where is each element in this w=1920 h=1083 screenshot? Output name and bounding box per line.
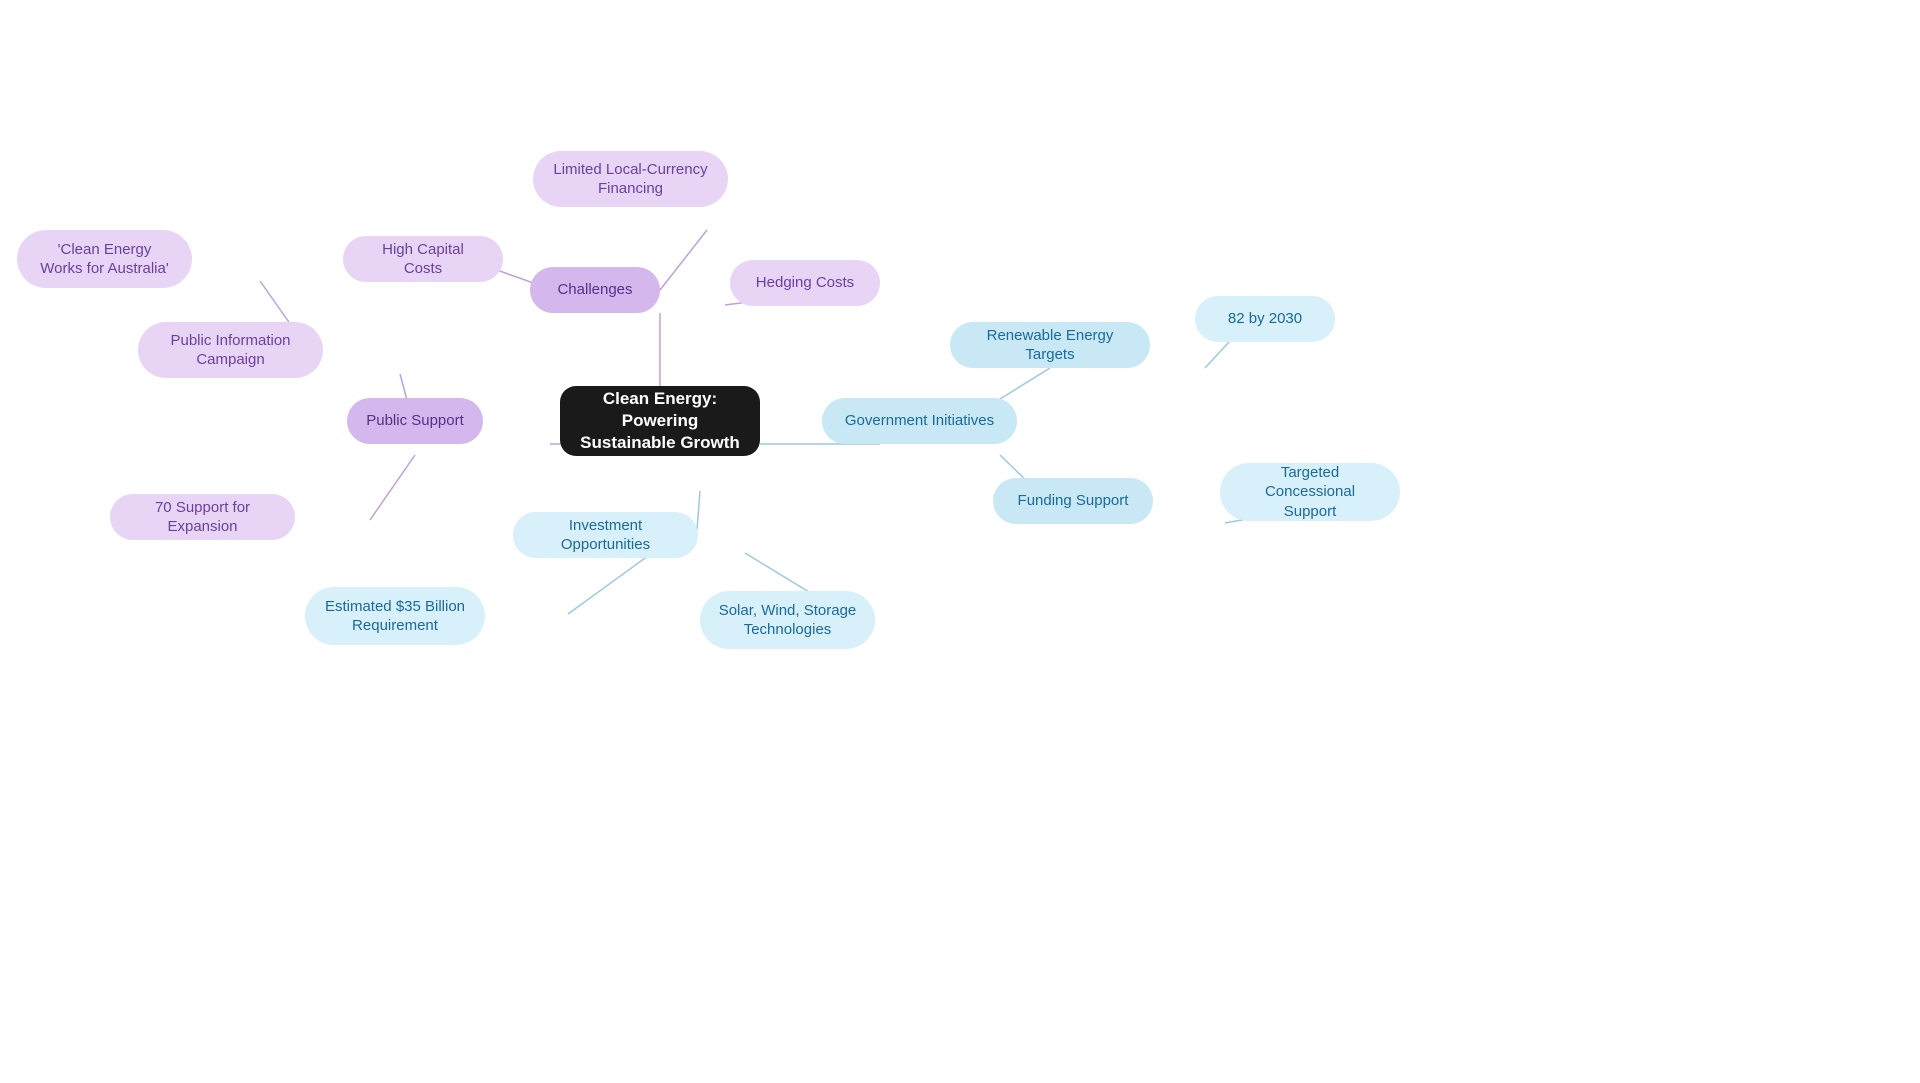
- high-capital-node[interactable]: High Capital Costs: [343, 236, 503, 282]
- center-node[interactable]: Clean Energy: Powering Sustainable Growt…: [560, 386, 760, 456]
- hedging-costs-node[interactable]: Hedging Costs: [730, 260, 880, 306]
- public-info-campaign-node[interactable]: Public Information Campaign: [138, 322, 323, 378]
- government-initiatives-node[interactable]: Government Initiatives: [822, 398, 1017, 444]
- targeted-concessional-node[interactable]: Targeted Concessional Support: [1220, 463, 1400, 521]
- challenges-node[interactable]: Challenges: [530, 267, 660, 313]
- solar-wind-node[interactable]: Solar, Wind, Storage Technologies: [700, 591, 875, 649]
- 82-by-2030-node[interactable]: 82 by 2030: [1195, 296, 1335, 342]
- investment-opportunities-node[interactable]: Investment Opportunities: [513, 512, 698, 558]
- estimated-35-billion-node[interactable]: Estimated $35 Billion Requirement: [305, 587, 485, 645]
- public-support-node[interactable]: Public Support: [347, 398, 483, 444]
- support-expansion-node[interactable]: 70 Support for Expansion: [110, 494, 295, 540]
- limited-financing-node[interactable]: Limited Local-Currency Financing: [533, 151, 728, 207]
- funding-support-node[interactable]: Funding Support: [993, 478, 1153, 524]
- renewable-targets-node[interactable]: Renewable Energy Targets: [950, 322, 1150, 368]
- clean-energy-works-node[interactable]: 'Clean Energy Works for Australia': [17, 230, 192, 288]
